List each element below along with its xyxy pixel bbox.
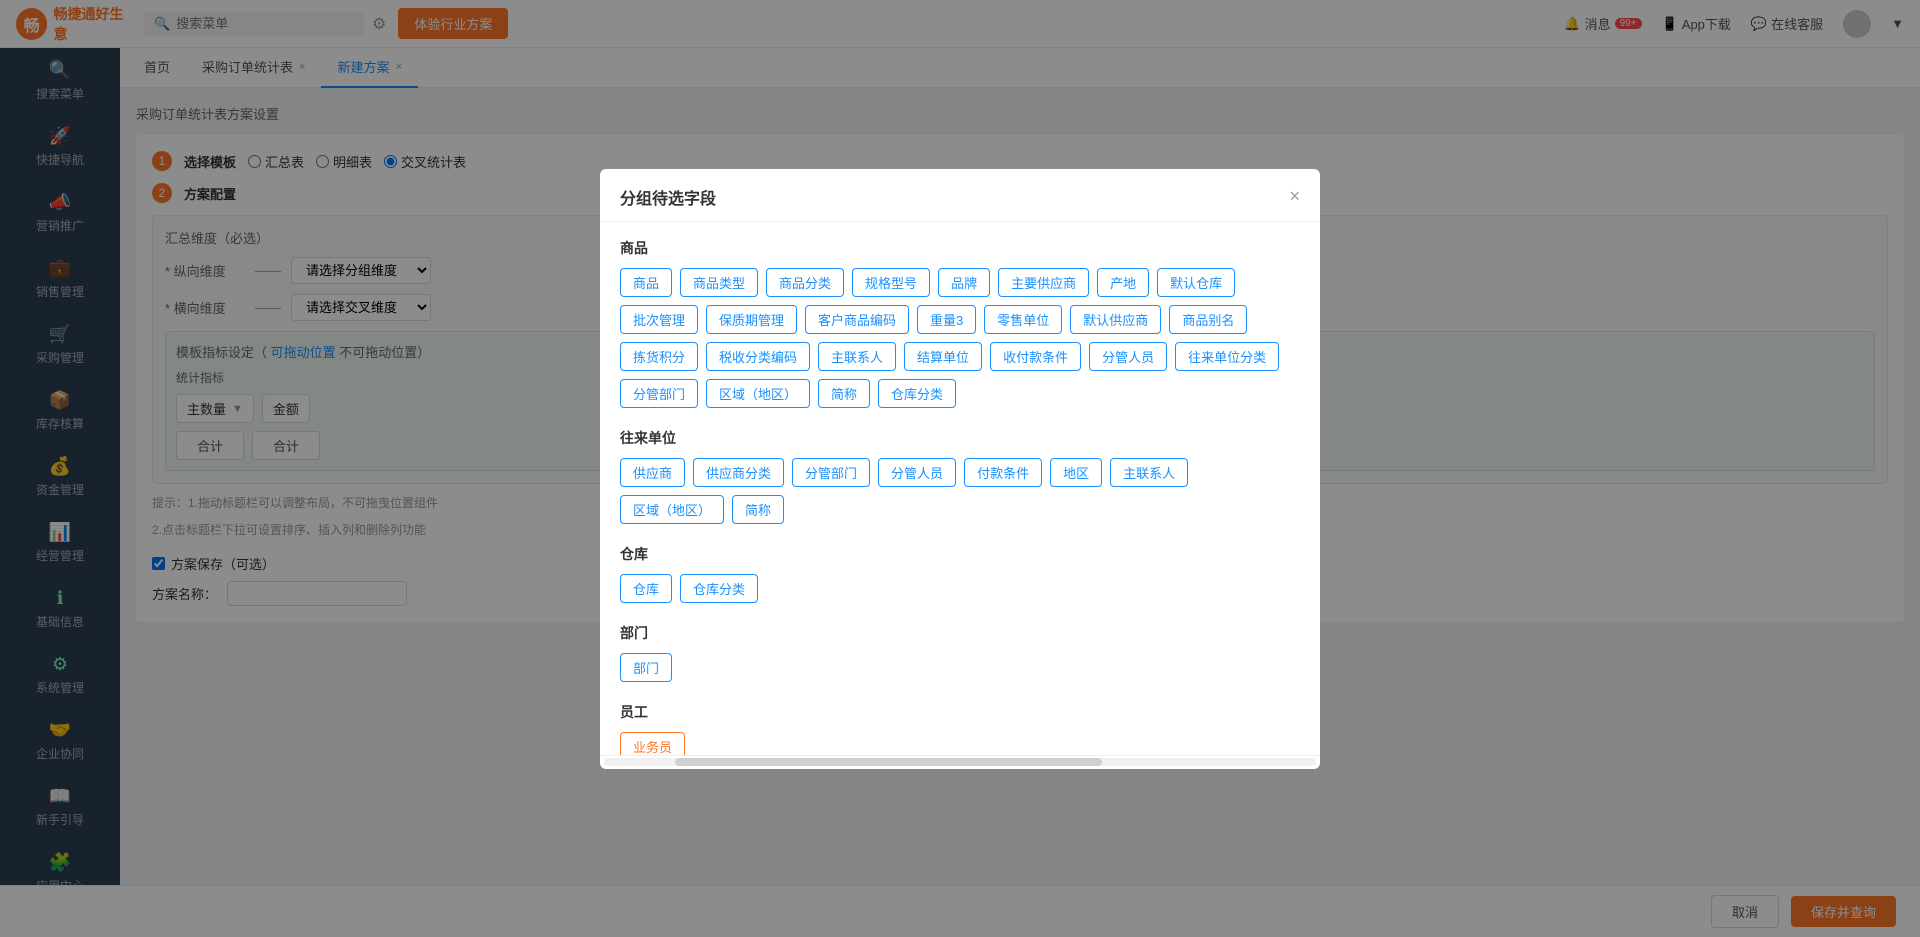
field-tag-规格型号[interactable]: 规格型号 bbox=[852, 268, 930, 297]
field-grid-部门: 部门 bbox=[620, 653, 1300, 682]
field-tag-零售单位[interactable]: 零售单位 bbox=[984, 305, 1062, 334]
modal-scroll-bottom bbox=[600, 755, 1320, 768]
section-title-往来单位: 往来单位 bbox=[620, 428, 1300, 448]
field-tag-收付款条件[interactable]: 收付款条件 bbox=[990, 342, 1081, 371]
field-tag-拣货积分[interactable]: 拣货积分 bbox=[620, 342, 698, 371]
field-tag-产地[interactable]: 产地 bbox=[1097, 268, 1149, 297]
modal-section-仓库: 仓库仓库仓库分类 bbox=[620, 544, 1300, 603]
section-title-仓库: 仓库 bbox=[620, 544, 1300, 564]
field-tag-默认供应商[interactable]: 默认供应商 bbox=[1070, 305, 1161, 334]
field-tag-批次管理[interactable]: 批次管理 bbox=[620, 305, 698, 334]
section-title-商品: 商品 bbox=[620, 238, 1300, 258]
field-tag-品牌[interactable]: 品牌 bbox=[938, 268, 990, 297]
modal-section-商品: 商品商品商品类型商品分类规格型号品牌主要供应商产地默认仓库批次管理保质期管理客户… bbox=[620, 238, 1300, 408]
field-tag-保质期管理[interactable]: 保质期管理 bbox=[706, 305, 797, 334]
field-tag-分管人员[interactable]: 分管人员 bbox=[878, 458, 956, 487]
field-tag-主要供应商[interactable]: 主要供应商 bbox=[998, 268, 1089, 297]
field-tag-商品[interactable]: 商品 bbox=[620, 268, 672, 297]
modal-header: 分组待选字段 × bbox=[600, 169, 1320, 222]
field-grid-商品: 商品商品类型商品分类规格型号品牌主要供应商产地默认仓库批次管理保质期管理客户商品… bbox=[620, 268, 1300, 408]
field-tag-仓库分类[interactable]: 仓库分类 bbox=[878, 379, 956, 408]
field-tag-部门[interactable]: 部门 bbox=[620, 653, 672, 682]
field-tag-付款条件[interactable]: 付款条件 bbox=[964, 458, 1042, 487]
field-tag-往来单位分类[interactable]: 往来单位分类 bbox=[1175, 342, 1279, 371]
field-tag-简称[interactable]: 简称 bbox=[732, 495, 784, 524]
modal-overlay: 分组待选字段 × 商品商品商品类型商品分类规格型号品牌主要供应商产地默认仓库批次… bbox=[0, 0, 1920, 937]
field-tag-分管部门[interactable]: 分管部门 bbox=[792, 458, 870, 487]
field-tag-仓库[interactable]: 仓库 bbox=[620, 574, 672, 603]
field-tag-商品类型[interactable]: 商品类型 bbox=[680, 268, 758, 297]
field-tag-供应商[interactable]: 供应商 bbox=[620, 458, 685, 487]
field-grid-仓库: 仓库仓库分类 bbox=[620, 574, 1300, 603]
field-tag-主联系人[interactable]: 主联系人 bbox=[1110, 458, 1188, 487]
field-tag-供应商分类[interactable]: 供应商分类 bbox=[693, 458, 784, 487]
field-tag-重量3[interactable]: 重量3 bbox=[917, 305, 976, 334]
field-tag-地区[interactable]: 地区 bbox=[1050, 458, 1102, 487]
field-tag-结算单位[interactable]: 结算单位 bbox=[904, 342, 982, 371]
field-tag-业务员[interactable]: 业务员 bbox=[620, 732, 685, 756]
modal-section-往来单位: 往来单位供应商供应商分类分管部门分管人员付款条件地区主联系人区域（地区） 简称 bbox=[620, 428, 1300, 524]
field-tag-商品别名[interactable]: 商品别名 bbox=[1169, 305, 1247, 334]
field-tag-区域（地区）[interactable]: 区域（地区） bbox=[706, 379, 810, 408]
field-tag-商品分类[interactable]: 商品分类 bbox=[766, 268, 844, 297]
field-tag-简称[interactable]: 简称 bbox=[818, 379, 870, 408]
section-title-部门: 部门 bbox=[620, 623, 1300, 643]
modal-title: 分组待选字段 bbox=[620, 185, 716, 209]
field-tag-区域（地区）[interactable]: 区域（地区） bbox=[620, 495, 724, 524]
field-tag-仓库分类[interactable]: 仓库分类 bbox=[680, 574, 758, 603]
field-tag-默认仓库[interactable]: 默认仓库 bbox=[1157, 268, 1235, 297]
modal-section-部门: 部门部门 bbox=[620, 623, 1300, 682]
field-tag-分管部门[interactable]: 分管部门 bbox=[620, 379, 698, 408]
modal-section-员工: 员工业务员 bbox=[620, 702, 1300, 756]
field-tag-客户商品编码[interactable]: 客户商品编码 bbox=[805, 305, 909, 334]
section-title-员工: 员工 bbox=[620, 702, 1300, 722]
modal-dialog: 分组待选字段 × 商品商品商品类型商品分类规格型号品牌主要供应商产地默认仓库批次… bbox=[600, 169, 1320, 769]
field-tag-税收分类编码[interactable]: 税收分类编码 bbox=[706, 342, 810, 371]
field-grid-员工: 业务员 bbox=[620, 732, 1300, 756]
modal-close-button[interactable]: × bbox=[1289, 186, 1300, 207]
field-tag-分管人员[interactable]: 分管人员 bbox=[1089, 342, 1167, 371]
field-grid-往来单位: 供应商供应商分类分管部门分管人员付款条件地区主联系人区域（地区） 简称 bbox=[620, 458, 1300, 524]
modal-body: 商品商品商品类型商品分类规格型号品牌主要供应商产地默认仓库批次管理保质期管理客户… bbox=[600, 222, 1320, 756]
field-tag-主联系人[interactable]: 主联系人 bbox=[818, 342, 896, 371]
